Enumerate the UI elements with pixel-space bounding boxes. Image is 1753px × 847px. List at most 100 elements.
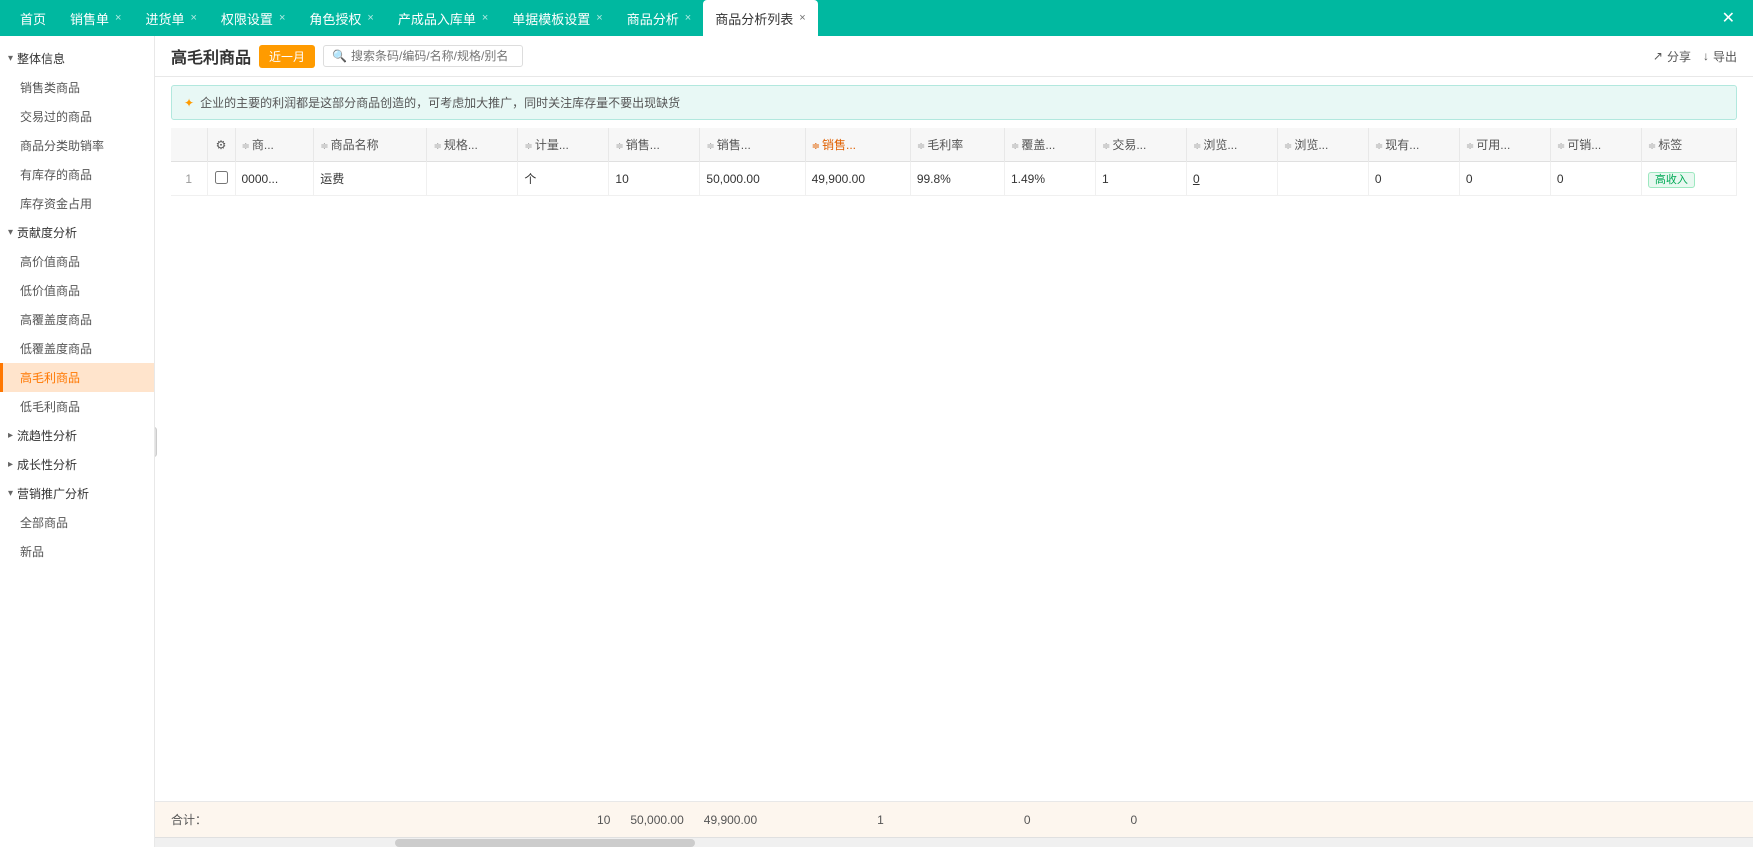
content-area: 《 高毛利商品 近一月 🔍 ↗ 分享 ↓ 导出 (155, 36, 1753, 847)
sidebar-item-低毛利商品[interactable]: 低毛利商品 (0, 392, 154, 421)
settings-icon[interactable]: ⚙ (216, 138, 227, 152)
sidebar-group-整体信息[interactable]: ▾整体信息 (0, 44, 154, 73)
search-box[interactable]: 🔍 (323, 45, 523, 67)
table-cell-sellable: 0 (1550, 162, 1641, 196)
table-cell-browse2 (1277, 162, 1368, 196)
nav-item-产成品入库单[interactable]: 产成品入库单× (386, 0, 500, 36)
table-cell-tag: 高收入 (1641, 162, 1736, 196)
sidebar-item-高毛利商品[interactable]: 高毛利商品 (0, 363, 154, 392)
table-cell-name: 运费 (314, 162, 427, 196)
nav-close-产成品入库单[interactable]: × (482, 12, 488, 24)
table-header-row: ⚙ ≑商... ≑商品名称 ≑规格... ≑计量... ≑销售... ≑销售..… (171, 128, 1737, 162)
sidebar-collapse-button[interactable]: 《 (155, 427, 157, 457)
th-check: ⚙ (207, 128, 235, 162)
nav-close-权限设置[interactable]: × (279, 12, 285, 24)
th-unit[interactable]: ≑计量... (518, 128, 609, 162)
sidebar-item-有库存的商品[interactable]: 有库存的商品 (0, 160, 154, 189)
footer-sale-qty: 10 (597, 813, 610, 827)
nav-close-单据模板设置[interactable]: × (596, 12, 602, 24)
horizontal-scrollbar[interactable] (155, 837, 1753, 847)
search-input[interactable] (351, 49, 511, 63)
th-current[interactable]: ≑现有... (1368, 128, 1459, 162)
group-arrow-icon: ▾ (8, 227, 13, 238)
table-cell-code: 0000... (235, 162, 314, 196)
nav-item-角色授权[interactable]: 角色授权× (297, 0, 385, 36)
footer-transaction: 1 (877, 813, 884, 827)
share-icon: ↗ (1653, 49, 1663, 63)
sidebar-item-商品分类助销率[interactable]: 商品分类助销率 (0, 131, 154, 160)
export-icon: ↓ (1703, 49, 1709, 63)
sidebar-item-全部商品[interactable]: 全部商品 (0, 508, 154, 537)
nav-close-进货单[interactable]: × (190, 12, 196, 24)
th-tag[interactable]: ≑标签 (1641, 128, 1736, 162)
sidebar: ▾整体信息销售类商品交易过的商品商品分类助销率有库存的商品库存资金占用▾贡献度分… (0, 36, 155, 847)
th-coverage[interactable]: ≑覆盖... (1004, 128, 1095, 162)
footer-label: 合计： (171, 811, 207, 828)
th-code[interactable]: ≑商... (235, 128, 314, 162)
table-cell-grossMargin: 99.8% (910, 162, 1004, 196)
footer-bar: 合计： 10 50,000.00 49,900.00 1 0 0 (155, 801, 1753, 837)
table-cell-browse1[interactable]: 0 (1186, 162, 1277, 196)
table-cell-check[interactable] (207, 162, 235, 196)
header-actions: ↗ 分享 ↓ 导出 (1653, 48, 1737, 65)
sidebar-group-营销推广分析[interactable]: ▾营销推广分析 (0, 479, 154, 508)
nav-item-首页[interactable]: 首页 (8, 0, 58, 36)
data-table: ⚙ ≑商... ≑商品名称 ≑规格... ≑计量... ≑销售... ≑销售..… (171, 128, 1737, 196)
nav-close-商品分析列表[interactable]: × (799, 12, 805, 24)
sidebar-group-成长性分析[interactable]: ▸成长性分析 (0, 450, 154, 479)
table-cell-saleQty: 10 (609, 162, 700, 196)
nav-close-商品分析[interactable]: × (685, 12, 691, 24)
sidebar-item-新品[interactable]: 新品 (0, 537, 154, 566)
scroll-thumb[interactable] (395, 839, 695, 847)
footer-sale-amount: 50,000.00 (630, 813, 683, 827)
app-root: 首页销售单×进货单×权限设置×角色授权×产成品入库单×单据模板设置×商品分析×商… (0, 0, 1753, 847)
nav-close-销售单[interactable]: × (115, 12, 121, 24)
search-icon: 🔍 (332, 49, 347, 63)
content-header: 高毛利商品 近一月 🔍 ↗ 分享 ↓ 导出 (155, 36, 1753, 77)
sidebar-item-高覆盖度商品[interactable]: 高覆盖度商品 (0, 305, 154, 334)
table-cell-saleCost: 49,900.00 (805, 162, 910, 196)
sidebar-item-低覆盖度商品[interactable]: 低覆盖度商品 (0, 334, 154, 363)
nav-item-权限设置[interactable]: 权限设置× (209, 0, 297, 36)
close-window-button[interactable]: ✕ (1712, 8, 1745, 28)
group-arrow-icon: ▸ (8, 430, 13, 441)
th-gross-margin[interactable]: ≑毛利率 (910, 128, 1004, 162)
th-spec[interactable]: ≑规格... (427, 128, 518, 162)
nav-item-商品分析列表[interactable]: 商品分析列表× (703, 0, 817, 36)
sidebar-item-高价值商品[interactable]: 高价值商品 (0, 247, 154, 276)
th-available[interactable]: ≑可用... (1459, 128, 1550, 162)
nav-item-单据模板设置[interactable]: 单据模板设置× (500, 0, 614, 36)
th-sale-amount[interactable]: ≑销售... (700, 128, 805, 162)
th-browse2[interactable]: ≑浏览... (1277, 128, 1368, 162)
group-label-text: 流趋性分析 (17, 427, 77, 444)
sidebar-item-库存资金占用[interactable]: 库存资金占用 (0, 189, 154, 218)
group-arrow-icon: ▾ (8, 488, 13, 499)
sidebar-group-贡献度分析[interactable]: ▾贡献度分析 (0, 218, 154, 247)
export-button[interactable]: ↓ 导出 (1703, 48, 1737, 65)
sidebar-item-销售类商品[interactable]: 销售类商品 (0, 73, 154, 102)
sidebar-group-流趋性分析[interactable]: ▸ 流趋性分析 (0, 421, 154, 450)
nav-close-角色授权[interactable]: × (367, 12, 373, 24)
info-banner: ✦ 企业的主要的利润都是这部分商品创造的，可考虑加大推广，同时关注库存量不要出现… (171, 85, 1737, 120)
th-browse1[interactable]: ≑浏览... (1186, 128, 1277, 162)
th-sale-cost[interactable]: ≑销售... (805, 128, 910, 162)
sidebar-item-交易过的商品[interactable]: 交易过的商品 (0, 102, 154, 131)
table-cell-saleAmount: 50,000.00 (700, 162, 805, 196)
group-label-text: 成长性分析 (17, 456, 77, 473)
nav-item-销售单[interactable]: 销售单× (58, 0, 133, 36)
nav-item-商品分析[interactable]: 商品分析× (615, 0, 703, 36)
time-filter-button[interactable]: 近一月 (259, 45, 315, 68)
info-text: 企业的主要的利润都是这部分商品创造的，可考虑加大推广，同时关注库存量不要出现缺货 (200, 94, 680, 111)
footer-current: 0 (1024, 813, 1031, 827)
th-transaction[interactable]: ≑交易... (1095, 128, 1186, 162)
th-sellable[interactable]: ≑可销... (1550, 128, 1641, 162)
table-cell-available: 0 (1459, 162, 1550, 196)
sidebar-item-低价值商品[interactable]: 低价值商品 (0, 276, 154, 305)
th-sale-qty[interactable]: ≑销售... (609, 128, 700, 162)
th-name[interactable]: ≑商品名称 (314, 128, 427, 162)
nav-item-进货单[interactable]: 进货单× (133, 0, 208, 36)
share-button[interactable]: ↗ 分享 (1653, 48, 1691, 65)
table-cell-current: 0 (1368, 162, 1459, 196)
table-container: ⚙ ≑商... ≑商品名称 ≑规格... ≑计量... ≑销售... ≑销售..… (171, 128, 1737, 801)
footer-available: 0 (1131, 813, 1138, 827)
